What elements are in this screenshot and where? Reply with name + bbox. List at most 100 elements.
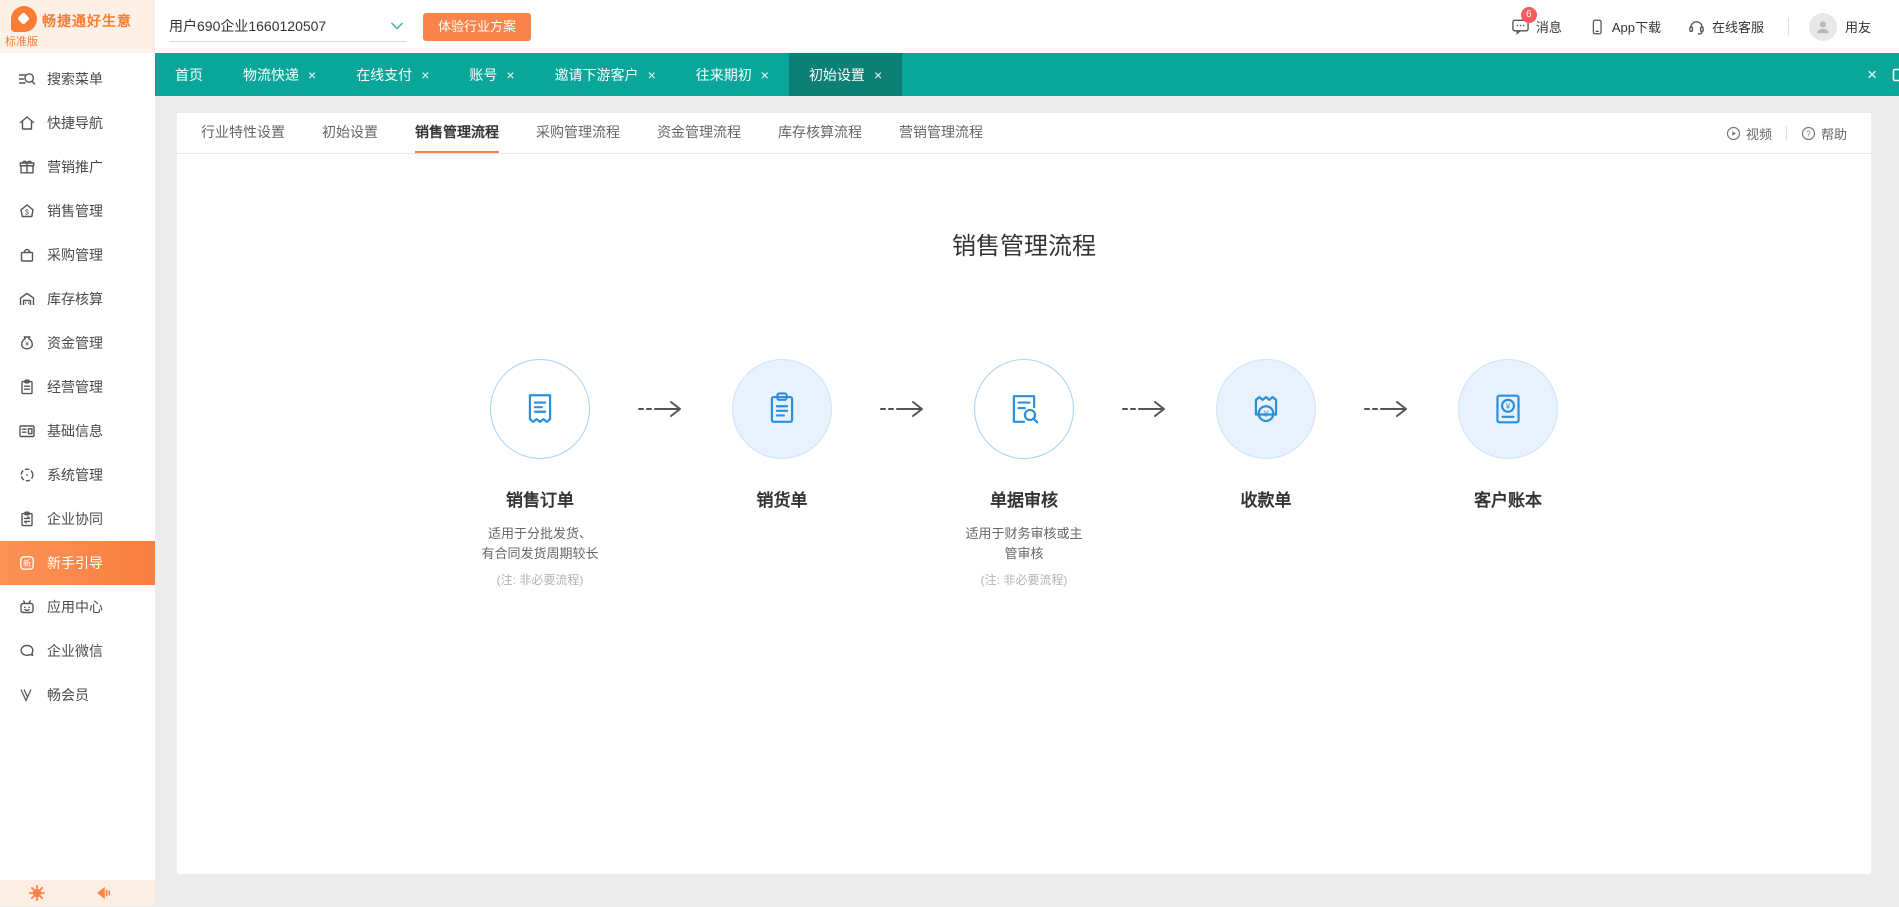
step-circle: [974, 359, 1074, 459]
sidebar-item-inventory[interactable]: 库存核算: [0, 277, 155, 321]
tab-label: 初始设置: [809, 65, 865, 85]
arrow-icon: [863, 399, 943, 419]
subnav-purchase-flow[interactable]: 采购管理流程: [536, 113, 620, 153]
subnav-marketing-flow[interactable]: 营销管理流程: [899, 113, 983, 153]
messages-button[interactable]: 消息 6: [1511, 17, 1562, 36]
tab-label: 往来期初: [696, 65, 752, 85]
receipt-icon: [518, 387, 562, 431]
close-icon[interactable]: ×: [421, 67, 429, 83]
header-divider: [1788, 18, 1789, 36]
open-tabs-bar: 首页 物流快递 × 在线支付 × 账号 × 邀请下游客户 × 往来期初 × 初始…: [155, 53, 1899, 96]
brand-logo-icon: [11, 6, 37, 32]
sidebar-item-search-menu[interactable]: 搜索菜单: [0, 57, 155, 101]
profile-name[interactable]: 用友: [1845, 17, 1871, 36]
tab-logistics[interactable]: 物流快递 ×: [223, 53, 336, 96]
sidebar-item-app-center[interactable]: 应用中心: [0, 585, 155, 629]
step-label: 收款单: [1241, 486, 1292, 511]
video-play-icon: [1726, 126, 1741, 141]
fullscreen-icon[interactable]: [1891, 66, 1899, 84]
sidebar-menu: 搜索菜单 快捷导航 营销推广 $ 销售管理 采购管理 库存核算 ¥ 资金管理 经…: [0, 53, 155, 717]
subnav-right-links: 视频 ? 帮助: [1726, 113, 1847, 153]
sidebar-item-newbie-guide[interactable]: 新 新手引导: [0, 541, 155, 585]
sidebar-item-member[interactable]: 畅会员: [0, 673, 155, 717]
sidebar-item-system[interactable]: 系统管理: [0, 453, 155, 497]
tab-home[interactable]: 首页: [155, 53, 223, 96]
gift-icon: [18, 158, 36, 176]
sidebar-item-sales[interactable]: $ 销售管理: [0, 189, 155, 233]
arrow-icon: [621, 399, 701, 419]
tab-label: 物流快递: [243, 65, 299, 85]
settings-subnav: 行业特性设置 初始设置 销售管理流程 采购管理流程 资金管理流程 库存核算流程 …: [177, 113, 1871, 154]
close-icon[interactable]: ×: [648, 67, 656, 83]
tab-label: 首页: [175, 65, 203, 85]
sidebar-item-label: 库存核算: [47, 289, 103, 309]
sidebar-item-basic-info[interactable]: 基础信息: [0, 409, 155, 453]
content-area: 行业特性设置 初始设置 销售管理流程 采购管理流程 资金管理流程 库存核算流程 …: [155, 96, 1899, 906]
svg-text:新: 新: [23, 558, 31, 568]
account-dropdown[interactable]: 用户690企业1660120507: [169, 12, 407, 42]
sidebar-item-quick-nav[interactable]: 快捷导航: [0, 101, 155, 145]
online-service-label: 在线客服: [1712, 17, 1764, 36]
tab-invite-customers[interactable]: 邀请下游客户 ×: [535, 53, 676, 96]
sound-icon[interactable]: [94, 884, 112, 902]
chevron-down-icon: [391, 22, 403, 30]
sidebar-item-wechat-work[interactable]: 企业微信: [0, 629, 155, 673]
dashed-circle-icon: [18, 466, 36, 484]
svg-text:¥: ¥: [1505, 402, 1511, 411]
arrow-icon: [1347, 399, 1427, 419]
video-link[interactable]: 视频: [1726, 124, 1772, 143]
sidebar-item-marketing[interactable]: 营销推广: [0, 145, 155, 189]
sidebar: 畅捷通好生意 标准版 搜索菜单 快捷导航 营销推广 $ 销售管理 采购管理 库存…: [0, 0, 155, 906]
close-icon[interactable]: ×: [308, 67, 316, 83]
gear-icon[interactable]: [28, 884, 46, 902]
avatar[interactable]: [1809, 13, 1837, 41]
tab-opening-balance[interactable]: 往来期初 ×: [676, 53, 789, 96]
phone-icon: [1588, 18, 1606, 36]
sales-flow-diagram: 销售订单 适用于分批发货、 有合同发货周期较长 (注: 非必要流程) 销货单: [177, 359, 1871, 588]
flow-step-sales-order: 销售订单 适用于分批发货、 有合同发货周期较长 (注: 非必要流程): [459, 359, 621, 588]
sidebar-item-label: 应用中心: [47, 597, 103, 617]
clipboard-icon: [760, 387, 804, 431]
brand-edition: 标准版: [5, 33, 38, 49]
doc-review-icon: [1002, 387, 1046, 431]
sidebar-item-label: 系统管理: [47, 465, 103, 485]
close-icon[interactable]: ×: [761, 67, 769, 83]
close-icon[interactable]: ×: [506, 67, 514, 83]
id-card-icon: [18, 422, 36, 440]
close-icon[interactable]: ×: [874, 67, 882, 83]
flow-step-doc-review: 单据审核 适用于财务审核或主 管审核 (注: 非必要流程): [943, 359, 1105, 588]
app-download-button[interactable]: App下载: [1588, 17, 1661, 36]
step-description: 适用于财务审核或主 管审核: [965, 524, 1082, 564]
svg-text:?: ?: [1806, 129, 1811, 138]
flow-step-customer-ledger: ¥ 客户账本: [1427, 359, 1589, 511]
sidebar-item-collaboration[interactable]: 企业协同: [0, 497, 155, 541]
tab-online-payment[interactable]: 在线支付 ×: [336, 53, 449, 96]
customer-ledger-icon: ¥: [1486, 387, 1530, 431]
subnav-sales-flow[interactable]: 销售管理流程: [415, 113, 499, 153]
industry-plan-button[interactable]: 体验行业方案: [423, 13, 531, 41]
payment-receipt-icon: ¥: [1244, 387, 1288, 431]
warehouse-icon: [18, 290, 36, 308]
tab-account[interactable]: 账号 ×: [449, 53, 534, 96]
subnav-funds-flow[interactable]: 资金管理流程: [657, 113, 741, 153]
subnav-inventory-flow[interactable]: 库存核算流程: [778, 113, 862, 153]
subnav-divider: [1786, 126, 1787, 140]
close-all-icon[interactable]: ×: [1867, 65, 1877, 85]
sidebar-item-label: 资金管理: [47, 333, 103, 353]
sidebar-item-operations[interactable]: 经营管理: [0, 365, 155, 409]
subnav-industry-settings[interactable]: 行业特性设置: [201, 113, 285, 153]
step-note: (注: 非必要流程): [497, 571, 584, 588]
sidebar-item-funds[interactable]: ¥ 资金管理: [0, 321, 155, 365]
svg-text:$: $: [25, 209, 29, 216]
step-circle: ¥: [1458, 359, 1558, 459]
chat-bubble-icon: [18, 642, 36, 660]
collab-icon: [18, 510, 36, 528]
online-service-button[interactable]: 在线客服: [1687, 17, 1764, 36]
help-link[interactable]: ? 帮助: [1801, 124, 1847, 143]
tab-initial-settings[interactable]: 初始设置 ×: [789, 53, 902, 96]
sales-house-icon: $: [18, 202, 36, 220]
step-note: (注: 非必要流程): [981, 571, 1068, 588]
sidebar-item-purchase[interactable]: 采购管理: [0, 233, 155, 277]
messages-badge: 6: [1521, 7, 1537, 23]
subnav-initial-settings[interactable]: 初始设置: [322, 113, 378, 153]
